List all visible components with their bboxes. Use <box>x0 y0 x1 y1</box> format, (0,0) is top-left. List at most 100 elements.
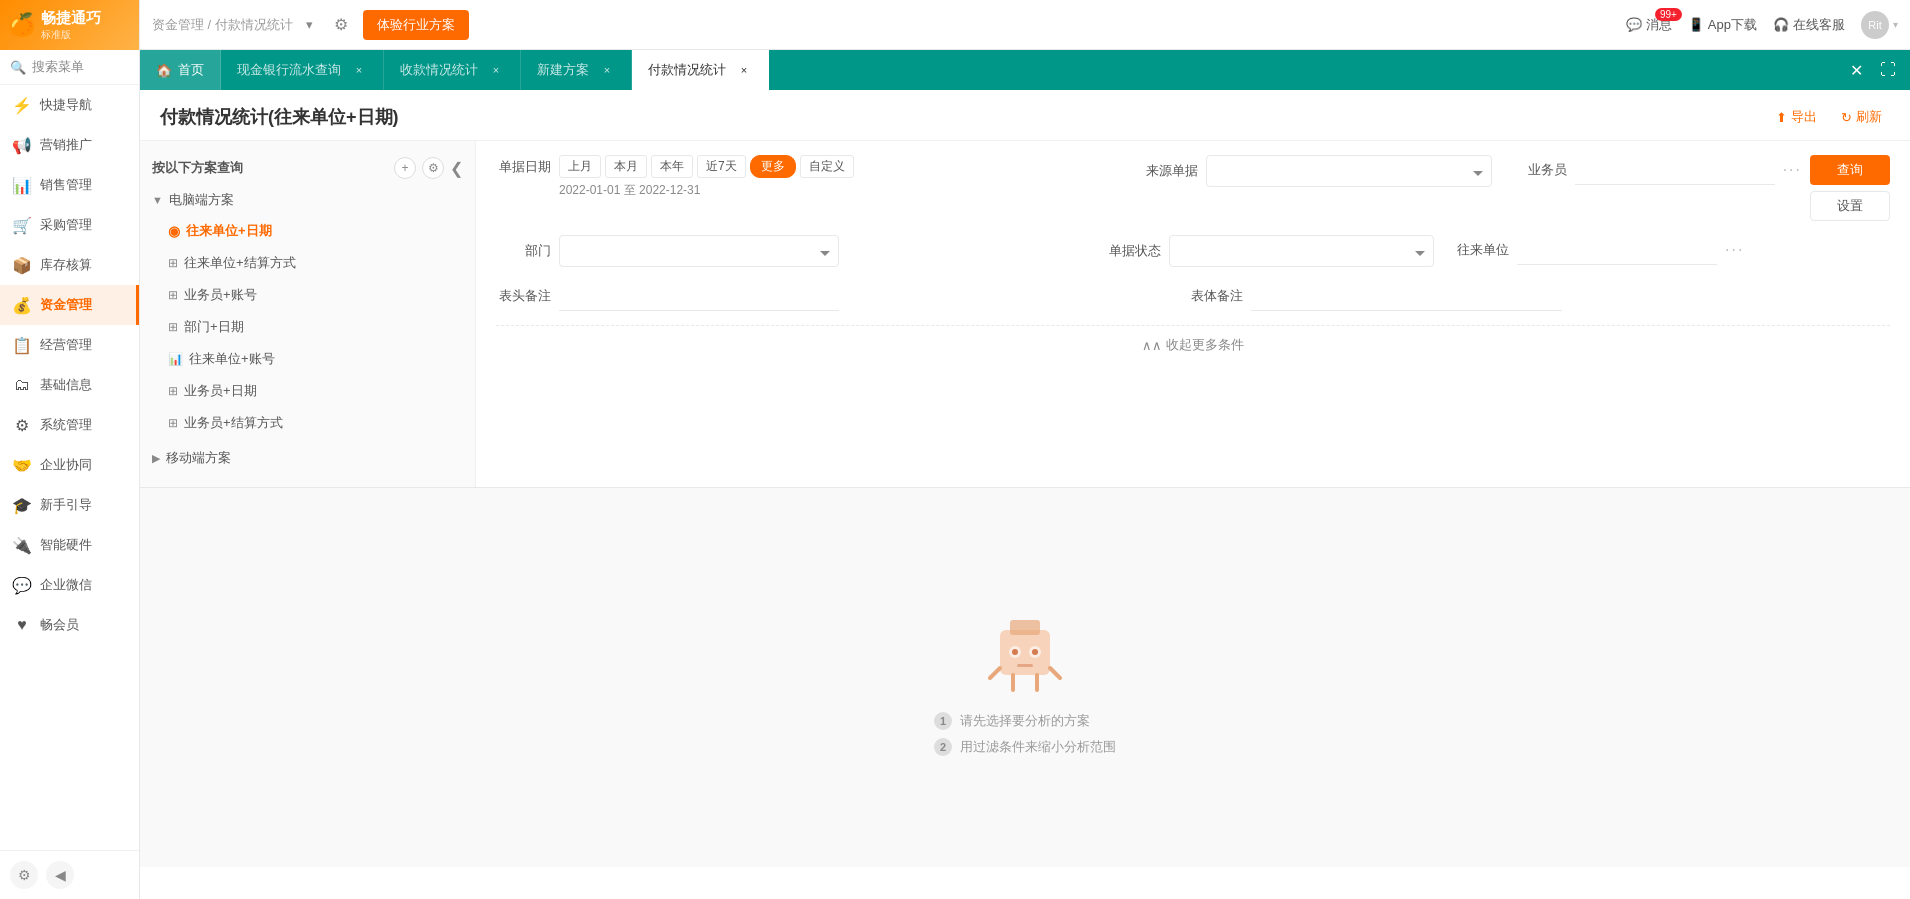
filter-item-label: 往来单位+结算方式 <box>184 254 296 272</box>
filter-item-dept-date[interactable]: ⊞ 部门+日期 <box>140 311 475 343</box>
collapse-bar: ∧∧ 收起更多条件 <box>496 325 1890 364</box>
filter-settings-button[interactable]: ⚙ <box>422 157 444 179</box>
user-info[interactable]: Rit ▾ <box>1861 11 1898 39</box>
sidebar-collapse-button[interactable]: ◀ <box>46 861 74 889</box>
filter-item-label: 业务员+账号 <box>184 286 257 304</box>
tab-close-new-plan[interactable]: × <box>599 62 615 78</box>
sidebar-nav: ⚡ 快捷导航 📢 营销推广 📊 销售管理 🛒 采购管理 📦 库存核算 💰 资金管… <box>0 85 139 850</box>
svg-rect-6 <box>1017 664 1033 667</box>
dept-select[interactable] <box>559 235 839 267</box>
sidebar-item-hardware[interactable]: 🔌 智能硬件 <box>0 525 139 565</box>
filter-sidebar: 按以下方案查询 + ⚙ ❮ ▼ 电脑端方案 ◉ 往来单位+日期 <box>140 141 476 487</box>
filter-field-staff: 业务员 ··· <box>1512 155 1802 185</box>
empty-illustration <box>975 600 1075 700</box>
filter-item-staff-account[interactable]: ⊞ 业务员+账号 <box>140 279 475 311</box>
filter-item-staff-date[interactable]: ⊞ 业务员+日期 <box>140 375 475 407</box>
tab-home[interactable]: 🏠 首页 <box>140 50 221 90</box>
staff-input[interactable] <box>1575 155 1775 185</box>
main-area: 资金管理 / 付款情况统计 ▾ ⚙ 体验行业方案 💬 消息 99+ 📱 App下… <box>140 0 1910 899</box>
filter-field-voucher-status: 单据状态 <box>1106 235 1434 267</box>
date-range-display: 2022-01-01 至 2022-12-31 <box>559 183 700 197</box>
date-btn-this-year[interactable]: 本年 <box>651 155 693 178</box>
topbar-gear-icon[interactable]: ⚙ <box>327 11 355 39</box>
tab-close-receipt[interactable]: × <box>488 62 504 78</box>
sidebar-item-quick-nav[interactable]: ⚡ 快捷导航 <box>0 85 139 125</box>
sidebar-item-marketing[interactable]: 📢 营销推广 <box>0 125 139 165</box>
sidebar-item-label: 经营管理 <box>40 336 92 354</box>
source-chevron-icon <box>1473 164 1483 179</box>
tab-new-plan[interactable]: 新建方案 × <box>521 50 632 90</box>
table-body-input[interactable] <box>1251 281 1562 311</box>
filter-field-source: 来源单据 <box>1143 155 1491 187</box>
sidebar-item-enterprise[interactable]: 🤝 企业协同 <box>0 445 139 485</box>
refresh-label: 刷新 <box>1856 108 1882 126</box>
quick-nav-icon: ⚡ <box>12 95 32 115</box>
sidebar-item-system[interactable]: ⚙ 系统管理 <box>0 405 139 445</box>
app-download-button[interactable]: 📱 App下载 <box>1688 16 1757 34</box>
sidebar-item-basic-info[interactable]: 🗂 基础信息 <box>0 365 139 405</box>
filter-item-label: 业务员+结算方式 <box>184 414 283 432</box>
staff-label: 业务员 <box>1512 161 1567 179</box>
basic-info-icon: 🗂 <box>12 375 32 395</box>
tab-close-all-button[interactable]: ✕ <box>1842 56 1870 84</box>
sidebar-item-wechat[interactable]: 💬 企业微信 <box>0 565 139 605</box>
sidebar-item-inventory[interactable]: 📦 库存核算 <box>0 245 139 285</box>
trial-button[interactable]: 体验行业方案 <box>363 10 469 40</box>
sidebar-search[interactable]: 🔍 搜索菜单 <box>0 50 139 85</box>
filter-field-partner: 往来单位 ··· <box>1454 235 1782 265</box>
topbar-dropdown-icon[interactable]: ▾ <box>301 16 319 34</box>
sidebar-item-operation[interactable]: 📋 经营管理 <box>0 325 139 365</box>
date-btn-last-month[interactable]: 上月 <box>559 155 601 178</box>
filter-group-desktop-header[interactable]: ▼ 电脑端方案 <box>140 185 475 215</box>
date-btn-more[interactable]: 更多 <box>750 155 796 178</box>
search-icon: 🔍 <box>10 60 26 75</box>
query-button[interactable]: 查询 <box>1810 155 1890 185</box>
date-btn-custom[interactable]: 自定义 <box>800 155 854 178</box>
voucher-status-select[interactable] <box>1169 235 1434 267</box>
collapse-more-button[interactable]: ∧∧ 收起更多条件 <box>1142 336 1244 354</box>
app-download-icon: 📱 <box>1688 17 1704 32</box>
page-header: 付款情况统计(往来单位+日期) ⬆ 导出 ↻ 刷新 <box>140 90 1910 141</box>
app-edition: 标准版 <box>41 28 101 42</box>
online-service-button[interactable]: 🎧 在线客服 <box>1773 16 1845 34</box>
message-button[interactable]: 💬 消息 99+ <box>1626 16 1672 34</box>
filter-form: 单据日期 上月 本月 本年 近7天 更多 自定义 2022-01-0 <box>476 141 1910 487</box>
tab-label: 收款情况统计 <box>400 61 478 79</box>
sidebar-item-fund[interactable]: 💰 资金管理 <box>0 285 139 325</box>
tab-expand-button[interactable]: ⛶ <box>1874 56 1902 84</box>
filter-add-button[interactable]: + <box>394 157 416 179</box>
tab-close-payment-stat[interactable]: × <box>736 62 752 78</box>
export-button[interactable]: ⬆ 导出 <box>1768 104 1825 130</box>
svg-point-5 <box>1032 649 1038 655</box>
filter-item-unit-settle[interactable]: ⊞ 往来单位+结算方式 <box>140 247 475 279</box>
tab-payment-stat[interactable]: 付款情况统计 × <box>632 50 769 90</box>
tab-close-cash[interactable]: × <box>351 62 367 78</box>
staff-dots[interactable]: ··· <box>1783 161 1802 179</box>
filter-date-options: 上月 本月 本年 近7天 更多 自定义 <box>559 155 854 178</box>
empty-tips: 1 请先选择要分析的方案 2 用过滤条件来缩小分析范围 <box>934 712 1116 756</box>
filter-group-mobile-header[interactable]: ▶ 移动端方案 <box>140 443 475 473</box>
svg-point-4 <box>1012 649 1018 655</box>
sidebar-item-member[interactable]: ♥ 畅会员 <box>0 605 139 645</box>
tab-label: 付款情况统计 <box>648 61 726 79</box>
table-icon: ⊞ <box>168 416 178 430</box>
refresh-button[interactable]: ↻ 刷新 <box>1833 104 1890 130</box>
sidebar-item-purchase[interactable]: 🛒 采购管理 <box>0 205 139 245</box>
table-head-input[interactable] <box>559 281 839 311</box>
settings-button[interactable]: 设置 <box>1810 191 1890 221</box>
tab-receipt[interactable]: 收款情况统计 × <box>384 50 521 90</box>
filter-field-table-body: 表体备注 <box>1188 281 1562 311</box>
source-select[interactable] <box>1206 155 1491 187</box>
tab-cash[interactable]: 现金银行流水查询 × <box>221 50 384 90</box>
filter-item-staff-settle[interactable]: ⊞ 业务员+结算方式 <box>140 407 475 439</box>
filter-item-unit-account[interactable]: 📊 往来单位+账号 <box>140 343 475 375</box>
partner-input[interactable] <box>1517 235 1717 265</box>
partner-dots[interactable]: ··· <box>1725 241 1744 259</box>
date-btn-last-7-days[interactable]: 近7天 <box>697 155 746 178</box>
sidebar-item-guide[interactable]: 🎓 新手引导 <box>0 485 139 525</box>
date-btn-this-month[interactable]: 本月 <box>605 155 647 178</box>
filter-sidebar-collapse-button[interactable]: ❮ <box>450 159 463 178</box>
filter-item-unit-date[interactable]: ◉ 往来单位+日期 <box>140 215 475 247</box>
sidebar-settings-button[interactable]: ⚙ <box>10 861 38 889</box>
sidebar-item-sales[interactable]: 📊 销售管理 <box>0 165 139 205</box>
